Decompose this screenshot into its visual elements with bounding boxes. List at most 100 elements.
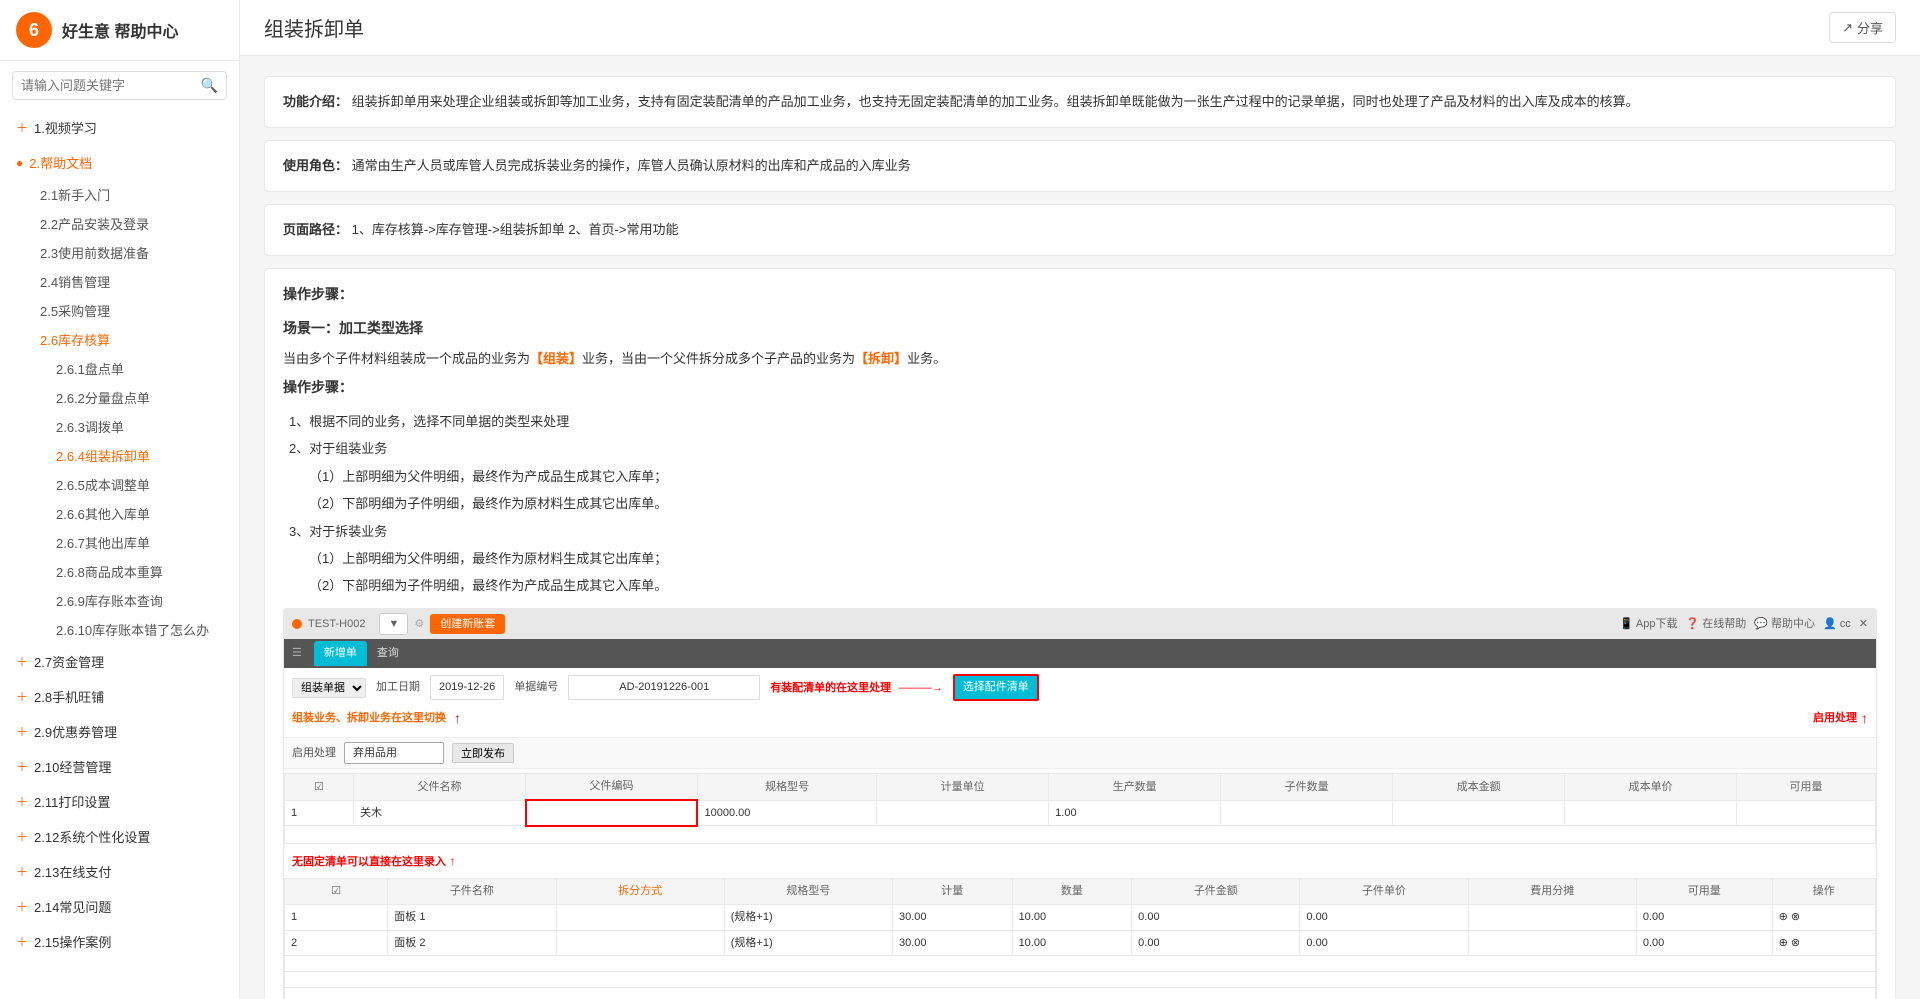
mock-th-avail: 可用量 [1737, 774, 1876, 800]
sidebar-item-newbie[interactable]: 2.1新手入门 [32, 180, 239, 209]
sidebar-item-batch-stocktake[interactable]: 2.6.2分量盘点单 [48, 383, 239, 412]
mock-ltd-name2: 面板 2 [388, 930, 556, 956]
mock-th-check: ☑ [285, 774, 354, 800]
mock-ltd-unit: 30.00 [892, 905, 1012, 931]
sidebar-item-cost-recalc[interactable]: 2.6.8商品成本重算 [48, 557, 239, 586]
share-icon: ↗ [1842, 20, 1853, 36]
sidebar-item-payment[interactable]: ＋ 2.13在线支付 [0, 854, 239, 889]
plus-icon: ＋ [16, 119, 28, 136]
sidebar: 6 好生意 帮助中心 🔍 ＋ 1.视频学习 ● 2.帮助文档 2.1新手入门 2… [0, 0, 240, 999]
sidebar-item-faq[interactable]: ＋ 2.14常见问题 [0, 889, 239, 924]
plus-icon: ＋ [16, 653, 28, 670]
mock-th-parent-name: 父件名称 [354, 774, 526, 800]
screenshot-container: TEST-H002 ▼ ⚙ 创建新账套 📱 App下载 ❓ 在线帮助 💬 帮助中… [283, 608, 1877, 999]
steps-block: 操作步骤： 场景一：加工类型选择 当由多个子件材料组装成一个成品的业务为【组装】… [264, 268, 1896, 999]
search-icon[interactable]: 🔍 [201, 77, 218, 94]
mock-th-spec: 规格型号 [697, 774, 876, 800]
mock-lth-num: 数量 [1012, 879, 1132, 905]
content-area: 功能介绍： 组装拆卸单用来处理企业组装或拆卸等加工业务，支持有固定装配清单的产品… [240, 56, 1920, 999]
sidebar-item-other-out[interactable]: 2.6.7其他出库单 [48, 528, 239, 557]
mock-td-empty [285, 826, 1876, 844]
plus-icon: ＋ [16, 933, 28, 950]
sidebar-sub-nav: 2.1新手入门 2.2产品安装及登录 2.3使用前数据准备 2.4销售管理 2.… [0, 180, 239, 644]
mock-ltd-price: 0.00 [1300, 905, 1468, 931]
annotation-type-switch: 组装业务、拆卸业务在这里切换 [292, 709, 446, 728]
mock-lth-check: ☑ [285, 879, 388, 905]
sidebar-item-assembly[interactable]: 2.6.4组装拆卸单 [48, 441, 239, 470]
sidebar-item-personalize[interactable]: ＋ 2.12系统个性化设置 [0, 819, 239, 854]
mock-type-select[interactable]: 组装单据 拆卸单据 [292, 678, 366, 698]
sidebar-item-inventory[interactable]: 2.6库存核算 [32, 325, 239, 354]
sidebar-item-print[interactable]: ＋ 2.11打印设置 [0, 784, 239, 819]
sidebar-item-transfer[interactable]: 2.6.3调拨单 [48, 412, 239, 441]
role-block: 使用角色： 通常由生产人员或库管人员完成拆装业务的操作，库管人员确认原材料的出库… [264, 140, 1896, 192]
mock-ltd-price2: 0.00 [1300, 930, 1468, 956]
sidebar-item-coupon[interactable]: ＋ 2.9优惠券管理 [0, 714, 239, 749]
sidebar-item-install[interactable]: 2.2产品安装及登录 [32, 209, 239, 238]
sidebar-item-label: 2.9优惠券管理 [34, 722, 117, 741]
sidebar-item-finance[interactable]: ＋ 2.7资金管理 [0, 644, 239, 679]
mock-ltd-code [556, 905, 724, 931]
mock-td-cost-a [1393, 800, 1565, 826]
mock-ltd-num2: 10.00 [1012, 930, 1132, 956]
step3-sub2: （2）下部明细为子件明细，最终作为产成品生成其它入库单。 [303, 574, 1877, 597]
table-row [285, 988, 1876, 999]
search-input[interactable] [21, 78, 201, 93]
sidebar-item-sales[interactable]: 2.4销售管理 [32, 267, 239, 296]
mock-ltd-op2: ⊕ ⊗ [1772, 930, 1875, 956]
mock-help-icon: ❓ 在线帮助 [1685, 615, 1746, 634]
mock-apps-icon: 📱 App下载 [1620, 615, 1678, 634]
sidebar-item-label: 2.13在线支付 [34, 862, 111, 881]
plus-icon: ＋ [16, 863, 28, 880]
main-area: 组装拆卸单 ↗ 分享 功能介绍： 组装拆卸单用来处理企业组装或拆卸等加工业务，支… [240, 0, 1920, 999]
mock-user-icon: 👤 cc [1823, 615, 1851, 634]
mock-upper-table: ☑ 父件名称 父件编码 规格型号 计量单位 生产数量 子件数量 成本金额 成本单… [284, 773, 1876, 844]
page-title: 组装拆卸单 [264, 13, 364, 42]
sidebar-item-stock-query[interactable]: 2.6.9库存账本查询 [48, 586, 239, 615]
mock-ltd-batch [1468, 905, 1636, 931]
sidebar-item-cost-adjust[interactable]: 2.6.5成本调整单 [48, 470, 239, 499]
path-text: 1、库存核算->库存管理->组装拆卸单 2、首页->常用功能 [352, 222, 679, 237]
mock-lth-unit: 计量 [892, 879, 1012, 905]
sidebar-header: 6 好生意 帮助中心 [0, 0, 239, 61]
sidebar-item-label: 2.15操作案例 [34, 932, 111, 951]
mock-confirm-btn[interactable]: 立即发布 [452, 743, 514, 763]
sidebar-item-cases[interactable]: ＋ 2.15操作案例 [0, 924, 239, 959]
sidebar-item-stock-fix[interactable]: 2.6.10库存账本错了怎么办 [48, 615, 239, 644]
step2: 2、对于组装业务 [283, 437, 1877, 460]
sidebar-item-label: 2.14常见问题 [34, 897, 111, 916]
sidebar-item-stocktake[interactable]: 2.6.1盘点单 [48, 354, 239, 383]
mock-td-sub [1221, 800, 1393, 826]
sidebar-item-label: 2.帮助文档 [29, 153, 92, 172]
mock-select-list-btn[interactable]: 选择配件清单 [953, 674, 1039, 701]
mock-lth-spec: 规格型号 [724, 879, 892, 905]
mock-th-unit: 计量单位 [877, 774, 1049, 800]
annotation-enable: 启用处理 [1813, 709, 1857, 728]
mock-title: TEST-H002 [308, 615, 365, 634]
mock-ltd-batch2 [1468, 930, 1636, 956]
mock-td-prod: 1.00 [1049, 800, 1221, 826]
mock-ltd-spec: (规格+1) [724, 905, 892, 931]
mock-ltd-unit2: 30.00 [892, 930, 1012, 956]
mock-ltd-1: 1 [285, 905, 388, 931]
sidebar-item-purchase[interactable]: 2.5采购管理 [32, 296, 239, 325]
search-box[interactable]: 🔍 [12, 71, 227, 100]
sidebar-item-label: 2.12系统个性化设置 [34, 827, 150, 846]
sidebar-item-docs[interactable]: ● 2.帮助文档 [0, 145, 239, 180]
scene-title: 场景一：加工类型选择 [283, 317, 1877, 341]
role-text: 通常由生产人员或库管人员完成拆装业务的操作，库管人员确认原材料的出库和产成品的入… [352, 158, 911, 173]
step2-sub2: （2）下部明细为子件明细，最终作为原材料生成其它出库单。 [303, 492, 1877, 515]
mock-date-label: 加工日期 [376, 678, 420, 697]
sidebar-item-video[interactable]: ＋ 1.视频学习 [0, 110, 239, 145]
sidebar-item-data-prep[interactable]: 2.3使用前数据准备 [32, 238, 239, 267]
mock-lth-avail: 可用量 [1636, 879, 1772, 905]
path-label: 页面路径： [283, 222, 348, 237]
mock-td-unit [877, 800, 1049, 826]
share-button[interactable]: ↗ 分享 [1829, 12, 1896, 43]
sidebar-item-mobile[interactable]: ＋ 2.8手机旺铺 [0, 679, 239, 714]
feature-intro-text: 组装拆卸单用来处理企业组装或拆卸等加工业务，支持有固定装配清单的产品加工业务，也… [352, 94, 1639, 109]
sidebar-item-ops[interactable]: ＋ 2.10经营管理 [0, 749, 239, 784]
mock-ltd-spec2: (规格+1) [724, 930, 892, 956]
mock-td-code [526, 800, 698, 826]
sidebar-item-other-in[interactable]: 2.6.6其他入库单 [48, 499, 239, 528]
